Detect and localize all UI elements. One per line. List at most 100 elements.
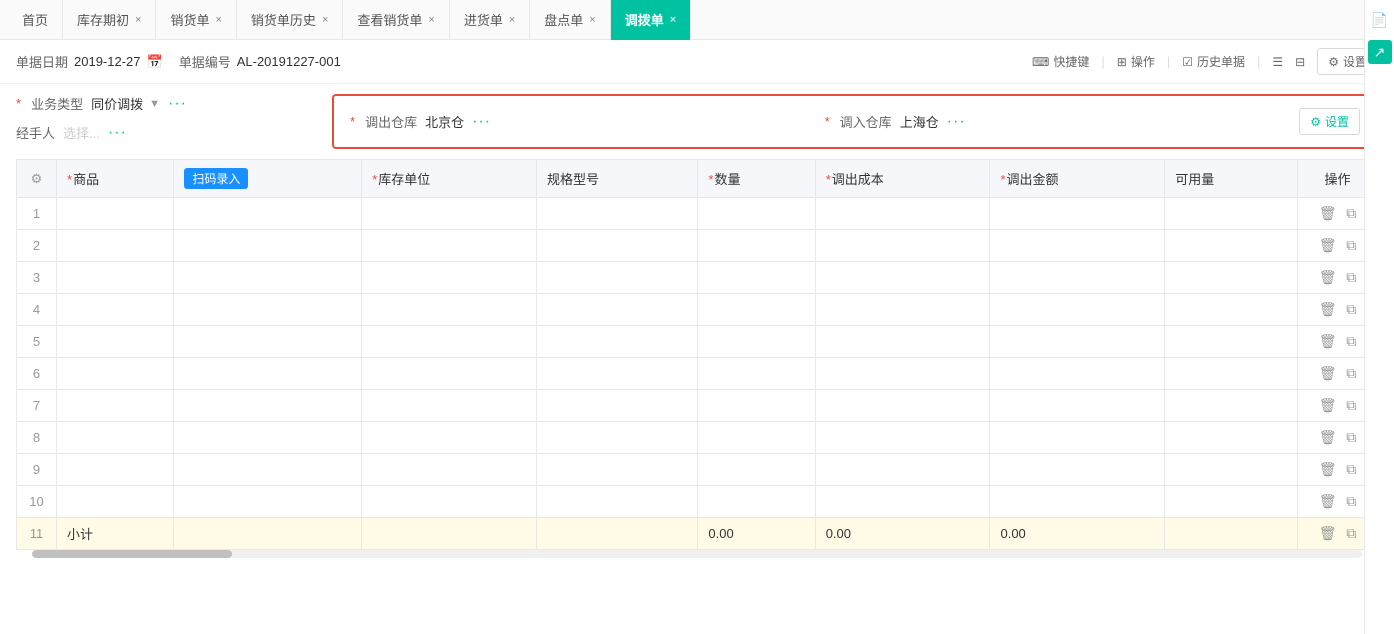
qty-cell-10[interactable] bbox=[698, 486, 815, 518]
scan-cell-10[interactable] bbox=[174, 486, 362, 518]
scan-cell-6[interactable] bbox=[174, 358, 362, 390]
copy-icon-10[interactable]: ⧉ bbox=[1346, 493, 1356, 509]
qty-cell-9[interactable] bbox=[698, 454, 815, 486]
cost-cell-10[interactable] bbox=[815, 486, 990, 518]
tab-home[interactable]: 首页 bbox=[8, 0, 63, 40]
qty-cell-5[interactable] bbox=[698, 326, 815, 358]
spec-cell-10[interactable] bbox=[537, 486, 698, 518]
tab-purchase-close[interactable]: × bbox=[509, 14, 515, 26]
out-warehouse-value[interactable]: 北京仓 bbox=[425, 112, 464, 131]
cost-cell-4[interactable] bbox=[815, 294, 990, 326]
scan-cell-3[interactable] bbox=[174, 262, 362, 294]
amount-cell-2[interactable] bbox=[990, 230, 1165, 262]
in-warehouse-value[interactable]: 上海仓 bbox=[900, 112, 939, 131]
scan-cell-7[interactable] bbox=[174, 390, 362, 422]
spec-cell-9[interactable] bbox=[537, 454, 698, 486]
goods-cell-4[interactable] bbox=[57, 294, 174, 326]
goods-cell-10[interactable] bbox=[57, 486, 174, 518]
sidebar-export-icon[interactable]: ↗ bbox=[1368, 40, 1392, 64]
copy-icon-1[interactable]: ⧉ bbox=[1346, 205, 1356, 221]
spec-cell-8[interactable] bbox=[537, 422, 698, 454]
delete-icon-8[interactable]: 🗑 bbox=[1319, 429, 1337, 445]
unit-cell-8[interactable] bbox=[362, 422, 537, 454]
unit-cell-6[interactable] bbox=[362, 358, 537, 390]
goods-cell-6[interactable] bbox=[57, 358, 174, 390]
scan-cell-1[interactable] bbox=[174, 198, 362, 230]
tab-inventory-init-close[interactable]: × bbox=[135, 14, 141, 26]
tab-view-sales[interactable]: 查看销货单 × bbox=[343, 0, 449, 40]
shortcut-button[interactable]: ⌨ 快捷键 bbox=[1032, 53, 1089, 70]
goods-cell-8[interactable] bbox=[57, 422, 174, 454]
tab-sales-history-close[interactable]: × bbox=[322, 14, 328, 26]
unit-cell-5[interactable] bbox=[362, 326, 537, 358]
cost-cell-9[interactable] bbox=[815, 454, 990, 486]
list-view-button[interactable]: ☰ bbox=[1272, 55, 1283, 69]
scan-cell-9[interactable] bbox=[174, 454, 362, 486]
qty-cell-3[interactable] bbox=[698, 262, 815, 294]
unit-cell-7[interactable] bbox=[362, 390, 537, 422]
goods-cell-7[interactable] bbox=[57, 390, 174, 422]
qty-cell-2[interactable] bbox=[698, 230, 815, 262]
amount-cell-3[interactable] bbox=[990, 262, 1165, 294]
delete-icon-7[interactable]: 🗑 bbox=[1319, 397, 1337, 413]
scan-cell-2[interactable] bbox=[174, 230, 362, 262]
unit-cell-2[interactable] bbox=[362, 230, 537, 262]
qty-cell-7[interactable] bbox=[698, 390, 815, 422]
copy-icon-9[interactable]: ⧉ bbox=[1346, 461, 1356, 477]
history-button[interactable]: ☑ 历史单据 bbox=[1182, 53, 1245, 70]
date-value[interactable]: 2019-12-27 bbox=[74, 54, 141, 69]
goods-cell-3[interactable] bbox=[57, 262, 174, 294]
delete-icon-9[interactable]: 🗑 bbox=[1319, 461, 1337, 477]
cost-cell-5[interactable] bbox=[815, 326, 990, 358]
delete-icon-3[interactable]: 🗑 bbox=[1319, 269, 1337, 285]
col-gear-header[interactable]: ⚙ bbox=[17, 160, 57, 198]
delete-icon-11[interactable]: 🗑 bbox=[1319, 525, 1337, 541]
amount-cell-9[interactable] bbox=[990, 454, 1165, 486]
cost-cell-2[interactable] bbox=[815, 230, 990, 262]
scroll-thumb[interactable] bbox=[32, 550, 232, 558]
warehouse-settings-button[interactable]: ⚙ 设置 bbox=[1299, 108, 1360, 135]
spec-cell-6[interactable] bbox=[537, 358, 698, 390]
cost-cell-7[interactable] bbox=[815, 390, 990, 422]
tab-sales-history[interactable]: 销货单历史 × bbox=[237, 0, 343, 40]
tab-view-sales-close[interactable]: × bbox=[428, 14, 434, 26]
qty-cell-6[interactable] bbox=[698, 358, 815, 390]
scan-button[interactable]: 扫码录入 bbox=[184, 168, 248, 189]
amount-cell-1[interactable] bbox=[990, 198, 1165, 230]
amount-cell-8[interactable] bbox=[990, 422, 1165, 454]
goods-cell-9[interactable] bbox=[57, 454, 174, 486]
copy-icon-2[interactable]: ⧉ bbox=[1346, 237, 1356, 253]
copy-icon-7[interactable]: ⧉ bbox=[1346, 397, 1356, 413]
qty-cell-1[interactable] bbox=[698, 198, 815, 230]
delete-icon-2[interactable]: 🗑 bbox=[1319, 237, 1337, 253]
tab-stocktake[interactable]: 盘点单 × bbox=[530, 0, 610, 40]
cost-cell-3[interactable] bbox=[815, 262, 990, 294]
spec-cell-5[interactable] bbox=[537, 326, 698, 358]
tab-sales-order-close[interactable]: × bbox=[215, 14, 221, 26]
grid-view-button[interactable]: ⊟ bbox=[1295, 55, 1305, 69]
goods-cell-5[interactable] bbox=[57, 326, 174, 358]
spec-cell-3[interactable] bbox=[537, 262, 698, 294]
in-warehouse-more-icon[interactable]: ··· bbox=[947, 113, 966, 131]
qty-cell-8[interactable] bbox=[698, 422, 815, 454]
operation-button[interactable]: ⊞ 操作 bbox=[1117, 53, 1155, 70]
tab-inventory-init[interactable]: 库存期初 × bbox=[63, 0, 156, 40]
agent-input[interactable]: 选择... bbox=[63, 123, 100, 142]
unit-cell-4[interactable] bbox=[362, 294, 537, 326]
tab-stocktake-close[interactable]: × bbox=[589, 14, 595, 26]
out-warehouse-more-icon[interactable]: ··· bbox=[472, 113, 491, 131]
copy-icon-3[interactable]: ⧉ bbox=[1346, 269, 1356, 285]
delete-icon-10[interactable]: 🗑 bbox=[1319, 493, 1337, 509]
delete-icon-1[interactable]: 🗑 bbox=[1319, 205, 1337, 221]
unit-cell-9[interactable] bbox=[362, 454, 537, 486]
cost-cell-1[interactable] bbox=[815, 198, 990, 230]
scan-cell-8[interactable] bbox=[174, 422, 362, 454]
biz-type-more-icon[interactable]: ··· bbox=[168, 95, 187, 113]
horizontal-scrollbar[interactable] bbox=[32, 550, 1362, 558]
copy-icon-6[interactable]: ⧉ bbox=[1346, 365, 1356, 381]
amount-cell-7[interactable] bbox=[990, 390, 1165, 422]
cost-cell-8[interactable] bbox=[815, 422, 990, 454]
copy-icon-5[interactable]: ⧉ bbox=[1346, 333, 1356, 349]
spec-cell-2[interactable] bbox=[537, 230, 698, 262]
goods-cell-1[interactable] bbox=[57, 198, 174, 230]
